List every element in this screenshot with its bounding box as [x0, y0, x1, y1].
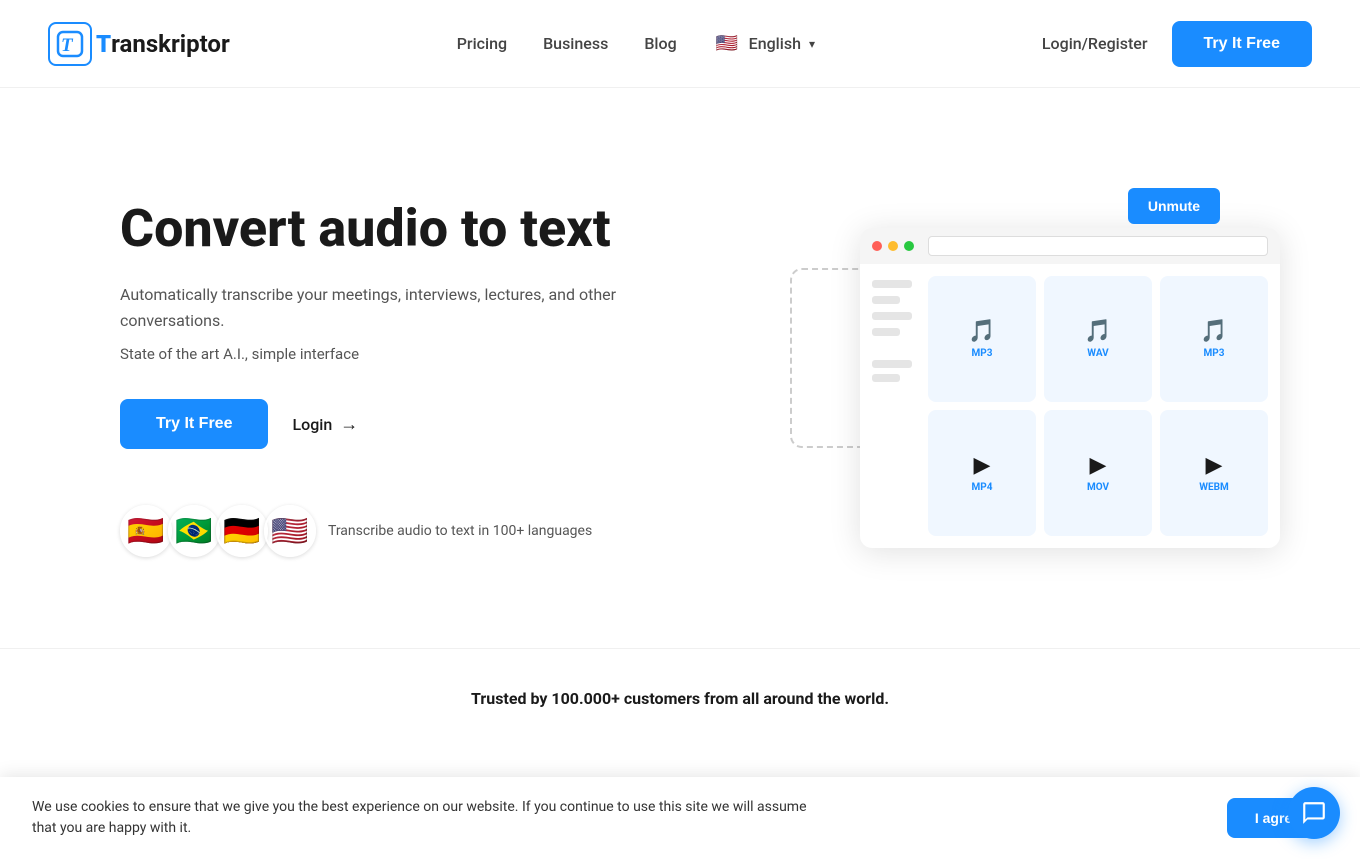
- file-wav: 🎵 WAV: [1044, 276, 1152, 402]
- file-label-mp3: MP3: [972, 348, 993, 359]
- hero-title: Convert audio to text: [120, 199, 680, 259]
- flag-usa: 🇺🇸: [264, 505, 316, 557]
- browser-body: 🎵 MP3 🎵 WAV 🎵 MP3 ▶ MP4: [860, 264, 1280, 548]
- file-mov: ▶ MOV: [1044, 410, 1152, 536]
- logo-icon: T: [48, 22, 92, 66]
- cookie-banner: We use cookies to ensure that we give yo…: [0, 777, 1360, 859]
- hero-cta: Try It Free Login →: [120, 399, 680, 449]
- panel-line: [872, 374, 900, 382]
- music-icon: 🎵: [1200, 319, 1227, 344]
- hero-widget: Unmute ⬇: [760, 188, 1280, 568]
- nav-try-free-button[interactable]: Try It Free: [1172, 21, 1312, 67]
- panel-line: [872, 360, 912, 368]
- browser-search-bar: [928, 236, 1268, 256]
- file-mp3-2: 🎵 MP3: [1160, 276, 1268, 402]
- nav-links: Pricing Business Blog 🇺🇸 English ▾: [457, 30, 815, 58]
- hero-subtitle: Automatically transcribe your meetings, …: [120, 282, 680, 333]
- browser-dot-close: [872, 241, 882, 251]
- arrow-icon: →: [340, 414, 358, 435]
- language-selector[interactable]: 🇺🇸 English ▾: [713, 30, 815, 58]
- file-label-wav: WAV: [1087, 348, 1108, 359]
- file-label-mov: MOV: [1087, 482, 1109, 493]
- file-webm: ▶ WEBM: [1160, 410, 1268, 536]
- file-label-mp4: MP4: [972, 482, 993, 493]
- file-mp4: ▶ MP4: [928, 410, 1036, 536]
- trusted-section: Trusted by 100.000+ customers from all a…: [0, 648, 1360, 768]
- panel-line: [872, 296, 900, 304]
- music-icon: 🎵: [1084, 319, 1111, 344]
- browser-window: 🎵 MP3 🎵 WAV 🎵 MP3 ▶ MP4: [860, 228, 1280, 548]
- panel-line: [872, 312, 912, 320]
- nav-pricing[interactable]: Pricing: [457, 34, 507, 53]
- trusted-text: Trusted by 100.000+ customers from all a…: [0, 689, 1360, 708]
- languages-text: Transcribe audio to text in 100+ languag…: [328, 523, 592, 539]
- hero-section: Convert audio to text Automatically tran…: [0, 88, 1360, 648]
- video-icon: ▶: [974, 453, 991, 478]
- navbar: T Transkriptor Pricing Business Blog 🇺🇸 …: [0, 0, 1360, 88]
- browser-dot-minimize: [888, 241, 898, 251]
- browser-dot-maximize: [904, 241, 914, 251]
- languages-row: 🇪🇸 🇧🇷 🇩🇪 🇺🇸 Transcribe audio to text in …: [120, 505, 680, 557]
- nav-right: Login/Register Try It Free: [1042, 21, 1312, 67]
- video-icon: ▶: [1206, 453, 1223, 478]
- login-register-link[interactable]: Login/Register: [1042, 34, 1148, 53]
- nav-business[interactable]: Business: [543, 34, 608, 53]
- flag-germany: 🇩🇪: [216, 505, 268, 557]
- language-flag: 🇺🇸: [713, 30, 741, 58]
- logo-text: Transkriptor: [96, 30, 230, 58]
- chat-icon: [1301, 800, 1327, 826]
- hero-left: Convert audio to text Automatically tran…: [120, 199, 680, 558]
- flag-spain: 🇪🇸: [120, 505, 172, 557]
- browser-bar: [860, 228, 1280, 264]
- svg-text:T: T: [61, 35, 74, 56]
- panel-line: [872, 328, 900, 336]
- video-icon: ▶: [1090, 453, 1107, 478]
- language-flags: 🇪🇸 🇧🇷 🇩🇪 🇺🇸: [120, 505, 316, 557]
- hero-try-free-button[interactable]: Try It Free: [120, 399, 268, 449]
- hero-tagline: State of the art A.I., simple interface: [120, 345, 680, 363]
- hero-login-link[interactable]: Login →: [292, 414, 358, 435]
- flag-brazil: 🇧🇷: [168, 505, 220, 557]
- file-mp3: 🎵 MP3: [928, 276, 1036, 402]
- language-label: English: [749, 34, 801, 53]
- unmute-button[interactable]: Unmute: [1128, 188, 1220, 224]
- chat-button[interactable]: [1288, 787, 1340, 839]
- file-grid: 🎵 MP3 🎵 WAV 🎵 MP3 ▶ MP4: [928, 276, 1268, 536]
- logo[interactable]: T Transkriptor: [48, 22, 230, 66]
- music-icon: 🎵: [968, 319, 995, 344]
- panel-line: [872, 280, 912, 288]
- file-label-webm: WEBM: [1199, 482, 1229, 493]
- nav-blog[interactable]: Blog: [644, 34, 676, 53]
- browser-left-panel: [872, 276, 920, 536]
- file-label-mp3-2: MP3: [1204, 348, 1225, 359]
- chevron-down-icon: ▾: [809, 37, 815, 51]
- cookie-text: We use cookies to ensure that we give yo…: [32, 797, 812, 839]
